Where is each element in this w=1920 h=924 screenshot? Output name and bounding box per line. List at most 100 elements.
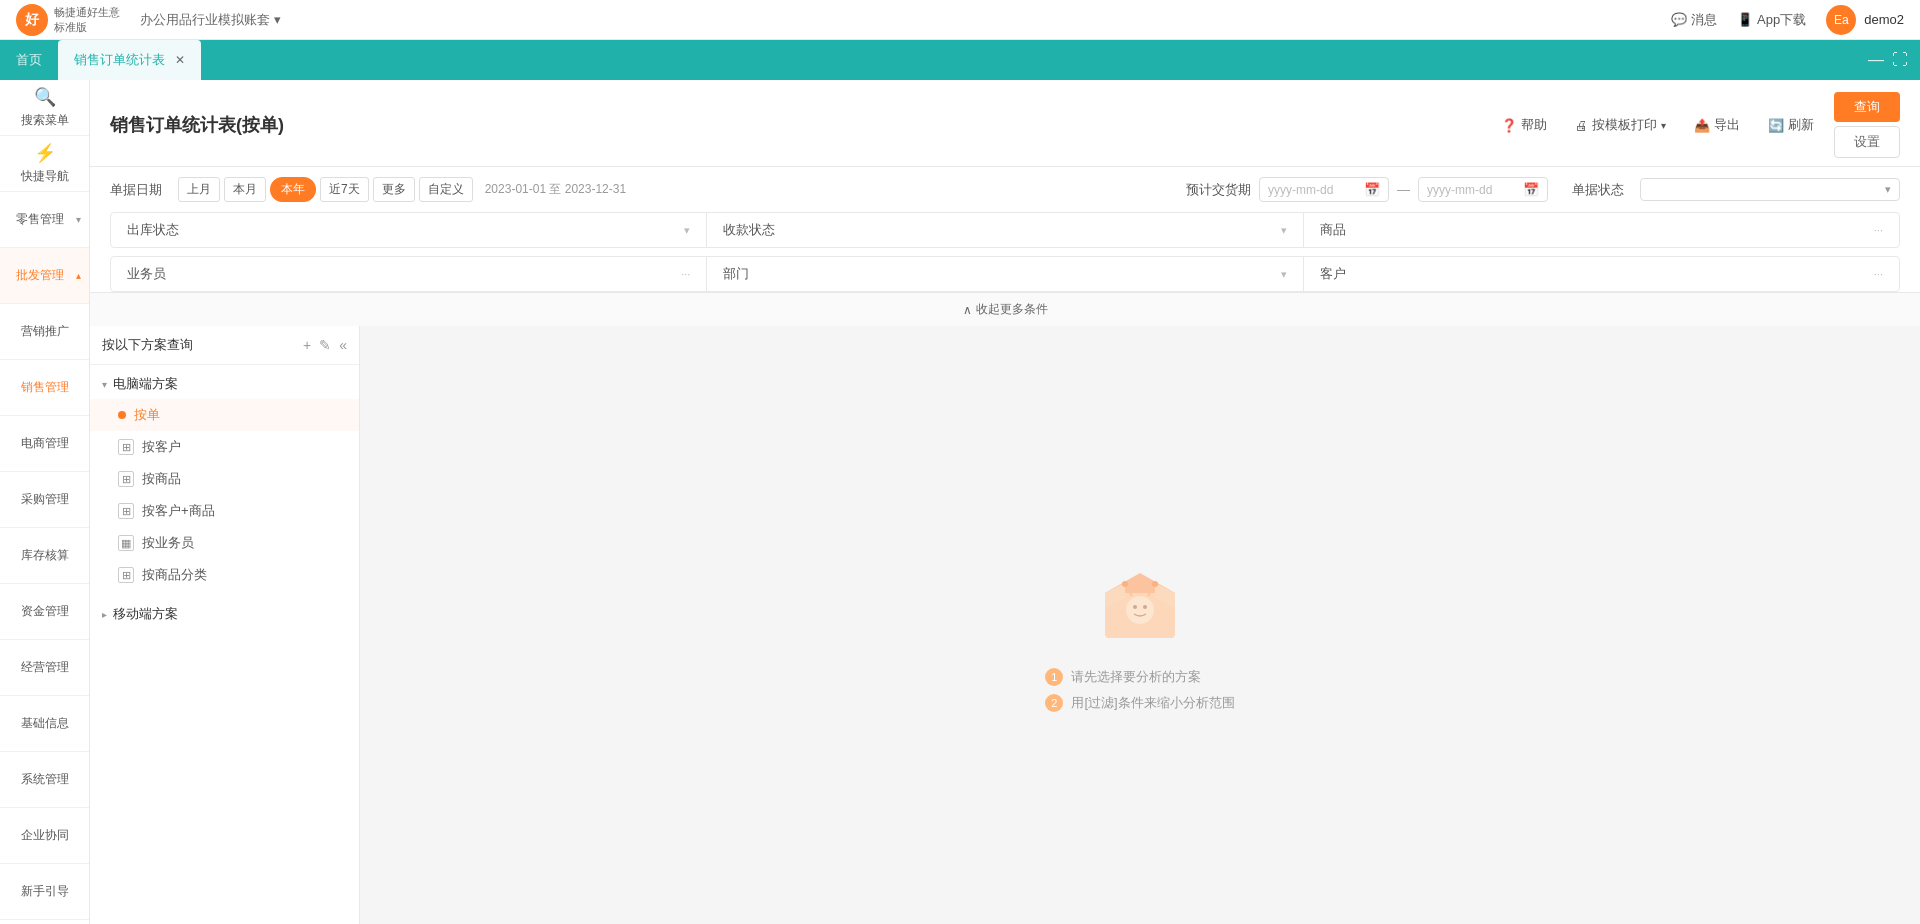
expected-date-start[interactable]: yyyy-mm-dd 📅 [1259,177,1389,202]
calendar-icon-1: 📅 [1364,182,1380,197]
svg-point-10 [1152,581,1158,587]
sidebar-item-purchase[interactable]: 采购管理 [0,472,89,528]
expected-delivery-group: 预计交货期 yyyy-mm-dd 📅 — yyyy-mm-dd 📅 [1186,177,1548,202]
tab-home[interactable]: 首页 [0,40,58,80]
status-select[interactable]: ▾ [1640,178,1900,201]
help-button[interactable]: ❓ 帮助 [1493,112,1555,138]
sidebar-item-wholesale[interactable]: 批发管理 ▴ [0,248,89,304]
topbar-left: 好 畅捷通好生意 标准版 办公用品行业模拟账套 ▾ [16,4,281,36]
empty-state: 1 请先选择要分析的方案 2 用[过滤]条件来缩小分析范围 [1045,538,1234,712]
salesperson-filter-cell: 业务员 ··· [111,257,707,291]
date-btn-more[interactable]: 更多 [373,177,415,202]
sidebar-item-retail[interactable]: 零售管理 ▾ [0,192,89,248]
sidebar-item-enterprise[interactable]: 企业协同 [0,808,89,864]
refresh-button[interactable]: 🔄 刷新 [1760,112,1822,138]
sidebar-item-operations[interactable]: 经营管理 [0,640,89,696]
date-btn-this-month[interactable]: 本月 [224,177,266,202]
scheme-item-dot-icon [118,411,126,419]
shipment-arrow-icon: ▾ [684,224,690,237]
scheme-edit-icon[interactable]: ✎ [319,337,331,353]
user-area[interactable]: Ea demo2 [1826,5,1904,35]
calendar-icon-2: 📅 [1523,182,1539,197]
payment-arrow-icon: ▾ [1281,224,1287,237]
scheme-group-pc-title[interactable]: ▾ 电脑端方案 [90,369,359,399]
shortcut-icon: ⚡ [34,142,56,164]
scheme-item-by-goods[interactable]: ⊞ 按商品 [90,463,359,495]
sidebar: 🔍 搜索菜单 ⚡ 快捷导航 零售管理 ▾ 批发管理 ▴ 营销推广 销售管理 [0,80,90,924]
scheme-item-by-salesperson[interactable]: ▦ 按业务员 [90,527,359,559]
scheme-item-by-customer-goods[interactable]: ⊞ 按客户+商品 [90,495,359,527]
empty-tip-2: 2 用[过滤]条件来缩小分析范围 [1045,694,1234,712]
payment-filter-cell: 收款状态 ▾ [707,213,1303,247]
workspace-selector[interactable]: 办公用品行业模拟账套 ▾ [140,11,281,29]
wholesale-arrow-icon: ▴ [76,270,81,281]
collapse-bar[interactable]: ∧ 收起更多条件 [90,292,1920,326]
date-btn-last-month[interactable]: 上月 [178,177,220,202]
tab-sales-order-stat[interactable]: 销售订单统计表 ✕ [58,40,201,80]
sidebar-item-marketing[interactable]: 营销推广 [0,304,89,360]
message-icon: 💬 [1671,12,1687,27]
dept-filter-cell: 部门 ▾ [707,257,1303,291]
customer-dots-icon[interactable]: ··· [1874,268,1883,280]
filter-row-3: 业务员 ··· 部门 ▾ 客户 ··· [110,256,1900,292]
sidebar-item-system[interactable]: 系统管理 [0,752,89,808]
goods-dots-icon[interactable]: ··· [1874,224,1883,236]
salesperson-dots-icon[interactable]: ··· [681,268,690,280]
status-filter-group: 单据状态 ▾ [1572,178,1900,201]
date-btn-custom[interactable]: 自定义 [419,177,473,202]
sidebar-item-ecommerce[interactable]: 电商管理 [0,416,89,472]
print-icon: 🖨 [1575,118,1588,133]
date-range-text: 2023-01-01 至 2023-12-31 [485,181,626,198]
print-button[interactable]: 🖨 按模板打印 ▾ [1567,112,1674,138]
scheme-item-bar-icon: ▦ [118,535,134,551]
tab-maximize-icon[interactable]: ⛶ [1892,51,1908,69]
svg-point-5 [1133,605,1137,609]
sidebar-item-apps[interactable]: 应用中心 [0,920,89,924]
date-filter-group: 单据日期 上月 本月 本年 近7天 更多 自定义 2023-01-01 至 20… [110,177,626,202]
messages-button[interactable]: 💬 消息 [1671,11,1717,29]
tab-minimize-icon[interactable]: — [1868,51,1884,69]
workspace-arrow-icon: ▾ [274,12,281,27]
svg-point-6 [1143,605,1147,609]
mobile-group-arrow-icon: ▸ [102,609,107,620]
scheme-header-icons: + ✎ « [303,337,347,353]
status-select-arrow-icon: ▾ [1885,183,1891,196]
scheme-item-by-customer[interactable]: ⊞ 按客户 [90,431,359,463]
search-icon: 🔍 [34,86,56,108]
status-label: 单据状态 [1572,181,1632,199]
customer-filter-cell: 客户 ··· [1304,257,1899,291]
app-download-button[interactable]: 📱 App下载 [1737,11,1806,29]
dept-label: 部门 [723,265,749,283]
scheme-item-by-order[interactable]: 按单 [90,399,359,431]
app-download-icon: 📱 [1737,12,1753,27]
scheme-item-by-goods-category[interactable]: ⊞ 按商品分类 [90,559,359,591]
scheme-panel-header: 按以下方案查询 + ✎ « [90,326,359,365]
scheme-group-mobile-title[interactable]: ▸ 移动端方案 [90,599,359,629]
date-btn-last-7[interactable]: 近7天 [320,177,369,202]
sidebar-item-search[interactable]: 🔍 搜索菜单 [0,80,89,136]
sidebar-item-inventory[interactable]: 库存核算 [0,528,89,584]
sidebar-item-shortcut[interactable]: ⚡ 快捷导航 [0,136,89,192]
page-header: 销售订单统计表(按单) ❓ 帮助 🖨 按模板打印 ▾ 📤 导出 [90,80,1920,167]
date-btn-this-year[interactable]: 本年 [270,177,316,202]
topbar-right: 💬 消息 📱 App下载 Ea demo2 [1671,5,1904,35]
scheme-item-grid-icon-1: ⊞ [118,439,134,455]
settings-button[interactable]: 设置 [1834,126,1900,158]
scheme-item-grid-icon-3: ⊞ [118,503,134,519]
sidebar-item-newbie[interactable]: 新手引导 [0,864,89,920]
print-arrow-icon: ▾ [1661,120,1666,131]
export-button[interactable]: 📤 导出 [1686,112,1748,138]
expected-date-end[interactable]: yyyy-mm-dd 📅 [1418,177,1548,202]
salesperson-label: 业务员 [127,265,166,283]
data-area: 1 请先选择要分析的方案 2 用[过滤]条件来缩小分析范围 [360,326,1920,924]
scheme-collapse-icon[interactable]: « [339,337,347,353]
sidebar-item-finance[interactable]: 资金管理 [0,584,89,640]
query-button[interactable]: 查询 [1834,92,1900,122]
tab-close-icon[interactable]: ✕ [175,53,185,67]
tip-num-1: 1 [1045,668,1063,686]
scheme-add-icon[interactable]: + [303,337,311,353]
date-filter-label: 单据日期 [110,181,170,199]
sidebar-item-sales[interactable]: 销售管理 [0,360,89,416]
sidebar-item-basics[interactable]: 基础信息 [0,696,89,752]
avatar: Ea [1826,5,1856,35]
